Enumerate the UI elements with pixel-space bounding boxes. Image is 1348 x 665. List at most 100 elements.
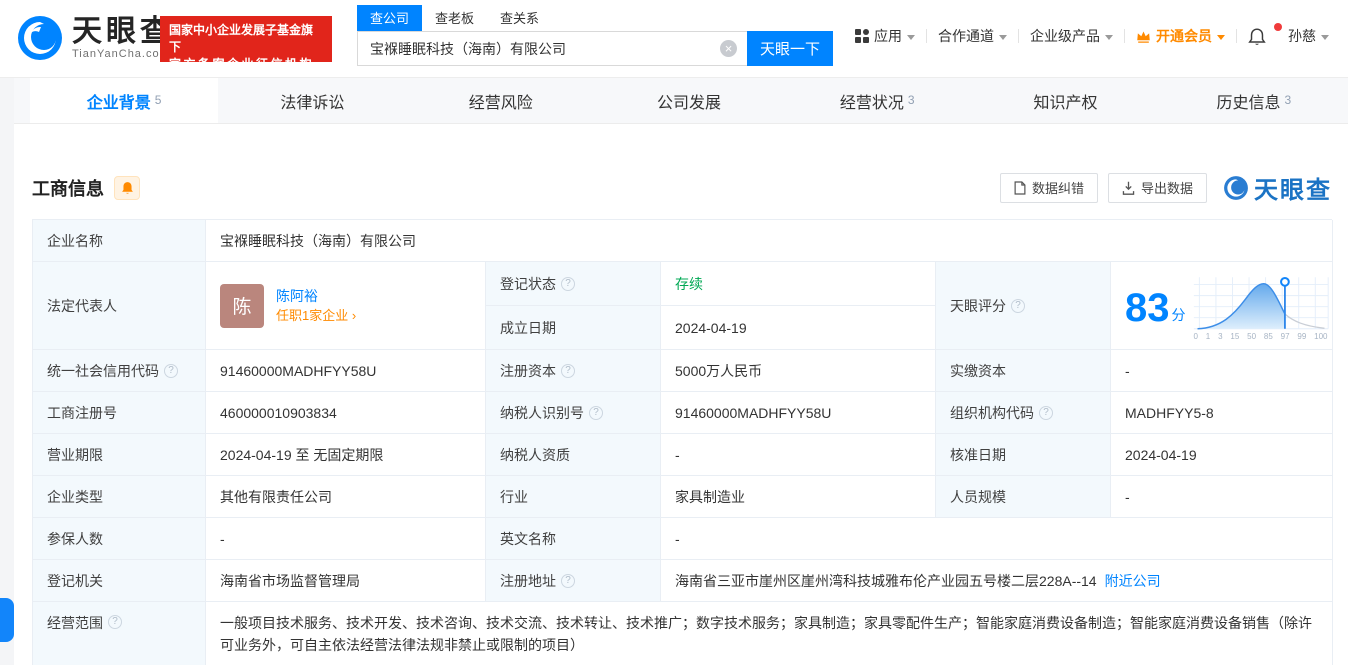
user-account[interactable]: 孙慈 <box>1277 26 1340 46</box>
insured-count-value: - <box>206 518 486 560</box>
company-type-value: 其他有限责任公司 <box>206 476 486 518</box>
axis-tick: 85 <box>1263 331 1273 341</box>
label-text: 注册资本 <box>500 362 556 379</box>
axis-tick: 97 <box>1280 331 1290 341</box>
watermark-logo: 天眼查 <box>1223 170 1332 205</box>
notifications-bell[interactable] <box>1237 22 1282 46</box>
legal-rep-avatar[interactable]: 陈 <box>220 283 264 328</box>
help-icon[interactable] <box>1011 298 1025 313</box>
logo-domain: TianYanCha.com <box>72 48 170 60</box>
help-icon[interactable] <box>1039 405 1053 420</box>
tianyancha-swirl-icon <box>1224 175 1248 200</box>
score-unit: 分 <box>1171 306 1186 323</box>
axis-tick: 50 <box>1247 331 1257 341</box>
tab-intellectual-property[interactable]: 知识产权 <box>971 78 1159 123</box>
legal-rep-name-link[interactable]: 陈阿裕 <box>276 286 356 306</box>
chevron-down-icon <box>1105 34 1113 40</box>
reg-number-value: 460000010903834 <box>206 392 486 434</box>
logo-text: 天眼查 <box>72 15 174 48</box>
industry-value: 家具制造业 <box>661 476 936 518</box>
help-icon[interactable] <box>589 405 603 420</box>
watermark-text: 天眼查 <box>1254 177 1332 204</box>
field-label-business-scope: 经营范围 <box>33 602 206 665</box>
label-text: 组织机构代码 <box>950 404 1034 421</box>
field-label-approval-date: 核准日期 <box>936 434 1111 476</box>
field-label-credit-code: 统一社会信用代码 <box>33 350 206 392</box>
legal-rep-cell: 陈 陈阿裕 任职1家企业 › <box>206 262 486 350</box>
tab-label: 经营风险 <box>468 94 533 112</box>
tab-legal-litigation[interactable]: 法律诉讼 <box>218 78 406 123</box>
field-label-company-name: 企业名称 <box>33 220 206 262</box>
company-name-value: 宝褓睡眠科技（海南）有限公司 <box>206 220 1333 262</box>
chevron-down-icon <box>907 34 915 40</box>
help-icon[interactable] <box>164 363 178 378</box>
export-data-button[interactable]: 导出数据 <box>1107 172 1207 203</box>
tab-label: 知识产权 <box>1033 94 1098 112</box>
label-text: 纳税人识别号 <box>500 404 584 421</box>
floating-side-widget[interactable] <box>0 598 14 642</box>
help-icon[interactable] <box>108 615 122 629</box>
axis-tick: 0 <box>1193 331 1198 341</box>
menu-enterprise-products[interactable]: 企业级产品 <box>1019 26 1124 46</box>
business-scope-value: 一般项目技术服务、技术开发、技术咨询、技术交流、技术转让、技术推广；数字技术服务… <box>206 602 1333 665</box>
nearby-companies-link[interactable]: 附近公司 <box>1105 571 1161 591</box>
label-text: 登记状态 <box>500 275 556 292</box>
export-data-label: 导出数据 <box>1140 181 1193 196</box>
field-label-industry: 行业 <box>486 476 661 518</box>
reg-address-value: 海南省三亚市崖州区崖州湾科技城雅布伦产业园五号楼二层228A--14 <box>675 572 1097 589</box>
tab-business-risk[interactable]: 经营风险 <box>407 78 595 123</box>
axis-tick: 99 <box>1297 331 1307 341</box>
help-icon[interactable] <box>561 276 575 291</box>
english-name-value: - <box>661 518 1333 560</box>
tab-label: 历史信息 <box>1216 94 1281 112</box>
section-title: 工商信息 <box>32 178 104 199</box>
tab-label: 公司发展 <box>656 94 721 112</box>
search-button[interactable]: 天眼一下 <box>747 31 833 66</box>
label-text: 注册地址 <box>500 572 556 589</box>
field-label-business-term: 营业期限 <box>33 434 206 476</box>
business-term-value: 2024-04-19 至 无固定期限 <box>206 434 486 476</box>
field-label-establish-date: 成立日期 <box>486 306 661 350</box>
label-text: 统一社会信用代码 <box>47 362 159 379</box>
search-area: 查公司 查老板 查关系 天眼一下 <box>357 5 833 66</box>
search-tab-relation[interactable]: 查关系 <box>487 5 552 31</box>
menu-partner-label: 合作通道 <box>938 28 994 44</box>
menu-open-vip[interactable]: 开通会员 <box>1125 26 1236 46</box>
chevron-down-icon <box>999 34 1007 40</box>
field-label-company-type: 企业类型 <box>33 476 206 518</box>
data-correction-button[interactable]: 数据纠错 <box>999 172 1098 203</box>
bell-icon <box>1248 27 1266 45</box>
reg-status-value: 存续 <box>661 262 936 306</box>
label-text: 经营范围 <box>47 615 103 631</box>
paid-capital-value: - <box>1111 350 1333 392</box>
help-icon[interactable] <box>561 573 575 588</box>
crown-icon <box>1136 30 1151 43</box>
help-icon[interactable] <box>561 363 575 378</box>
legal-rep-positions-link[interactable]: 任职1家企业 › <box>276 306 356 325</box>
badge-line2: 官方备案企业征信机构 <box>169 57 315 71</box>
search-tab-company[interactable]: 查公司 <box>357 5 423 31</box>
tianyancha-logo[interactable]: 天眼查 TianYanCha.com <box>16 14 174 62</box>
tab-operating-status[interactable]: 经营状况 3 <box>783 78 971 123</box>
search-tab-boss[interactable]: 查老板 <box>422 5 487 31</box>
credit-code-value: 91460000MADHFYY58U <box>206 350 486 392</box>
search-input[interactable] <box>357 31 747 66</box>
field-label-org-code: 组织机构代码 <box>936 392 1111 434</box>
tab-company-development[interactable]: 公司发展 <box>595 78 783 123</box>
field-label-insured-count: 参保人数 <box>33 518 206 560</box>
tab-history-info[interactable]: 历史信息 3 <box>1160 78 1348 123</box>
tab-label: 企业背景 <box>86 94 151 112</box>
score-distribution-chart: 0 1 3 15 50 85 97 99 100 <box>1192 275 1330 341</box>
tab-company-background[interactable]: 企业背景 5 <box>30 78 219 123</box>
monitor-bell-button[interactable] <box>114 175 140 200</box>
menu-vip-label: 开通会员 <box>1156 28 1212 44</box>
field-label-legal-rep: 法定代表人 <box>33 262 206 350</box>
top-menu: 应用 合作通道 企业级产品 开通会员 孙慈 <box>844 22 1340 46</box>
gov-certification-badge: 国家中小企业发展子基金旗下 官方备案企业征信机构 <box>160 16 332 71</box>
clear-search-icon[interactable] <box>720 40 737 57</box>
data-correction-label: 数据纠错 <box>1031 181 1084 196</box>
field-label-reg-capital: 注册资本 <box>486 350 661 392</box>
menu-apps[interactable]: 应用 <box>844 26 926 46</box>
menu-partner-channel[interactable]: 合作通道 <box>927 26 1018 46</box>
label-text: 天眼评分 <box>950 297 1006 314</box>
